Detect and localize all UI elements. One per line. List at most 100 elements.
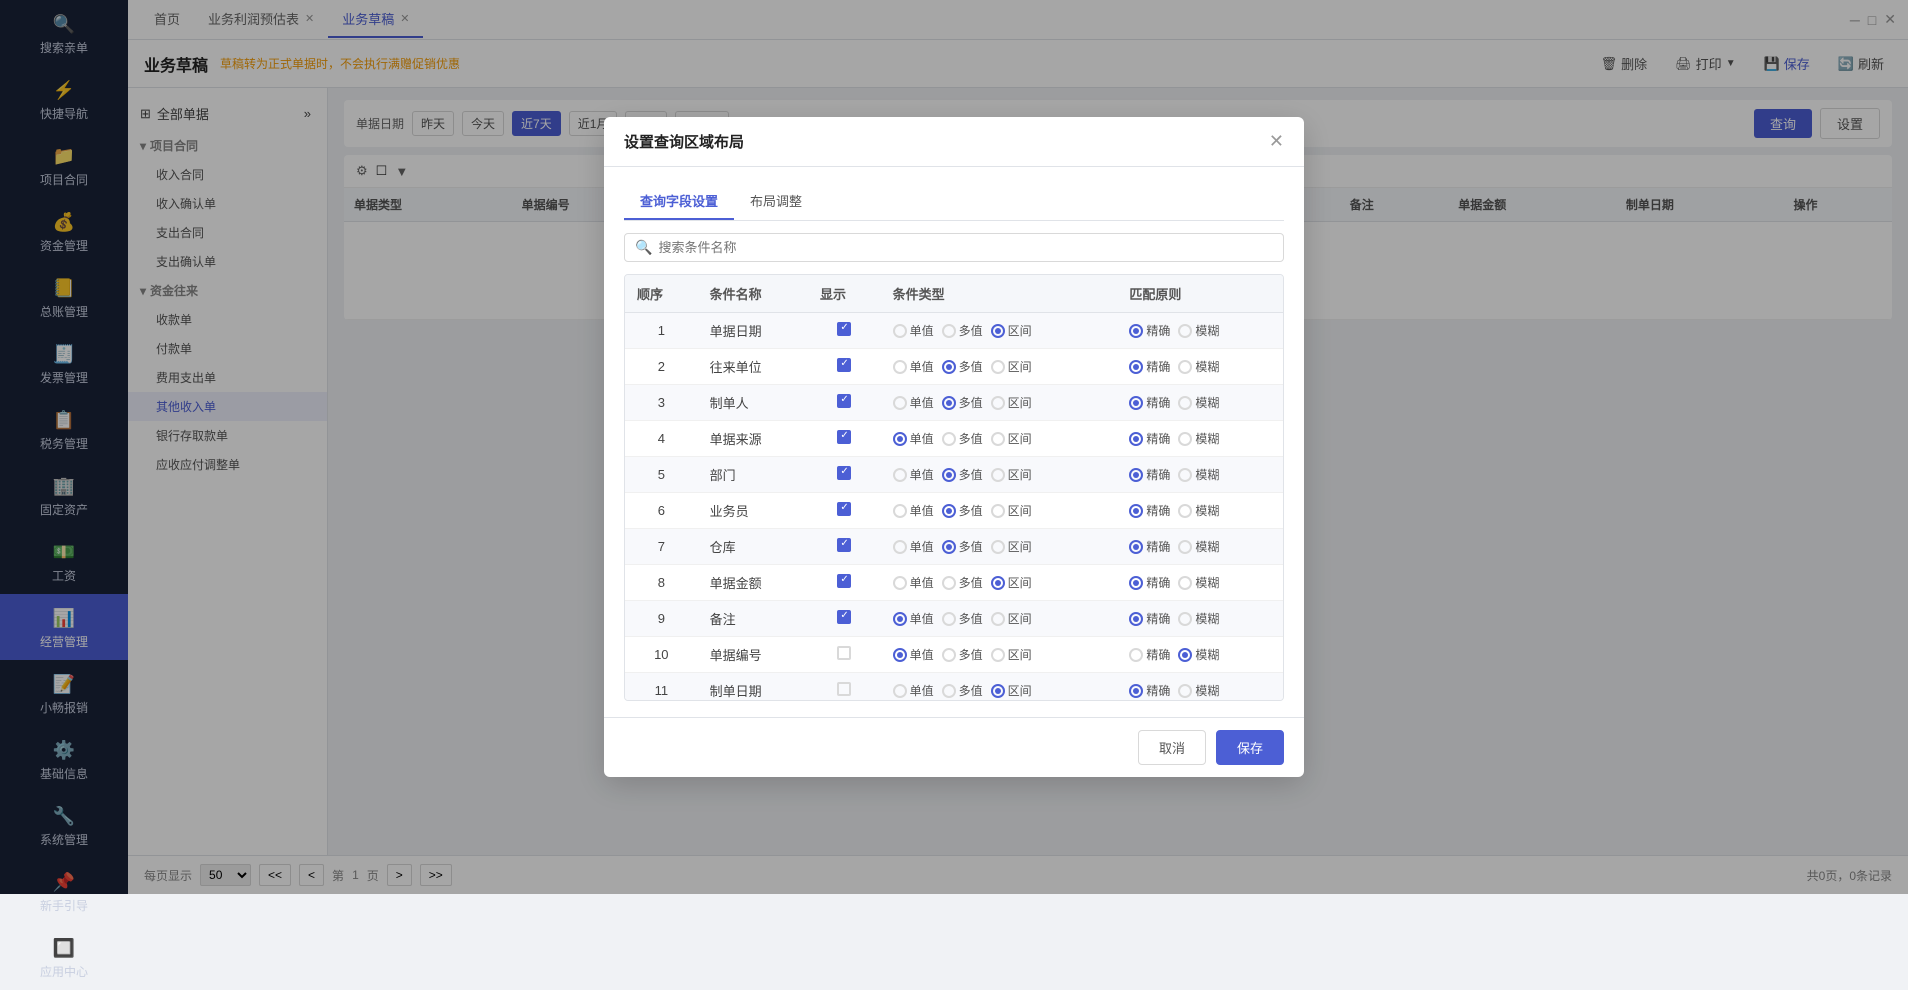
row-match-7: 精确模糊 [1117,529,1283,565]
display-checkbox-8[interactable] [837,574,851,588]
row-type-8: 单值多值区间 [881,565,1118,601]
row-match-10: 精确模糊 [1117,637,1283,673]
match-option-精确-1[interactable]: 精确 [1129,322,1170,339]
row-name-2: 往来单位 [698,349,808,385]
type-option-单值-2[interactable]: 单值 [893,358,934,375]
row-match-9: 精确模糊 [1117,601,1283,637]
modal-overlay[interactable]: 设置查询区域布局 ✕ 查询字段设置 布局调整 🔍 [0,0,1908,894]
display-checkbox-5[interactable] [837,466,851,480]
row-display-4 [808,421,881,457]
row-order-6: 6 [625,493,698,529]
row-name-11: 制单日期 [698,673,808,702]
type-option-区间-4[interactable]: 区间 [991,430,1032,447]
type-option-区间-1[interactable]: 区间 [991,322,1032,339]
type-option-多值-3[interactable]: 多值 [942,394,983,411]
dialog-tab-layout-label: 布局调整 [750,194,802,209]
match-option-精确-10[interactable]: 精确 [1129,646,1170,663]
type-option-单值-1[interactable]: 单值 [893,322,934,339]
match-option-模糊-1[interactable]: 模糊 [1178,322,1219,339]
type-option-多值-6[interactable]: 多值 [942,502,983,519]
row-type-1: 单值多值区间 [881,313,1118,349]
type-option-单值-5[interactable]: 单值 [893,466,934,483]
type-option-区间-2[interactable]: 区间 [991,358,1032,375]
save-dialog-button[interactable]: 保存 [1216,730,1284,765]
display-checkbox-4[interactable] [837,430,851,444]
match-option-精确-11[interactable]: 精确 [1129,682,1170,699]
match-option-模糊-11[interactable]: 模糊 [1178,682,1219,699]
type-option-区间-10[interactable]: 区间 [991,646,1032,663]
type-option-多值-9[interactable]: 多值 [942,610,983,627]
display-checkbox-6[interactable] [837,502,851,516]
display-checkbox-2[interactable] [837,358,851,372]
row-display-6 [808,493,881,529]
display-checkbox-7[interactable] [837,538,851,552]
match-option-模糊-6[interactable]: 模糊 [1178,502,1219,519]
match-option-精确-5[interactable]: 精确 [1129,466,1170,483]
display-checkbox-10[interactable] [837,646,851,660]
row-display-3 [808,385,881,421]
type-option-多值-10[interactable]: 多值 [942,646,983,663]
display-checkbox-11[interactable] [837,682,851,696]
type-option-区间-5[interactable]: 区间 [991,466,1032,483]
type-option-区间-3[interactable]: 区间 [991,394,1032,411]
row-type-3: 单值多值区间 [881,385,1118,421]
match-option-模糊-8[interactable]: 模糊 [1178,574,1219,591]
match-option-模糊-4[interactable]: 模糊 [1178,430,1219,447]
row-match-11: 精确模糊 [1117,673,1283,702]
dialog-tabs: 查询字段设置 布局调整 [624,183,1284,221]
sidebar-item-apps[interactable]: 🔲 应用中心 [0,924,128,990]
match-option-模糊-9[interactable]: 模糊 [1178,610,1219,627]
type-option-单值-9[interactable]: 单值 [893,610,934,627]
display-checkbox-1[interactable] [837,322,851,336]
row-type-6: 单值多值区间 [881,493,1118,529]
dialog-close-btn[interactable]: ✕ [1269,131,1284,152]
match-option-精确-3[interactable]: 精确 [1129,394,1170,411]
type-option-多值-1[interactable]: 多值 [942,322,983,339]
match-option-精确-2[interactable]: 精确 [1129,358,1170,375]
row-order-2: 2 [625,349,698,385]
row-order-11: 11 [625,673,698,702]
match-option-模糊-7[interactable]: 模糊 [1178,538,1219,555]
match-option-模糊-3[interactable]: 模糊 [1178,394,1219,411]
display-checkbox-3[interactable] [837,394,851,408]
match-option-模糊-2[interactable]: 模糊 [1178,358,1219,375]
row-display-10 [808,637,881,673]
display-checkbox-9[interactable] [837,610,851,624]
cancel-button[interactable]: 取消 [1138,730,1206,765]
dialog-tab-fields[interactable]: 查询字段设置 [624,183,734,220]
type-option-多值-5[interactable]: 多值 [942,466,983,483]
match-option-模糊-5[interactable]: 模糊 [1178,466,1219,483]
match-option-精确-8[interactable]: 精确 [1129,574,1170,591]
type-option-单值-4[interactable]: 单值 [893,430,934,447]
th-type: 条件类型 [881,275,1118,313]
th-name: 条件名称 [698,275,808,313]
row-type-7: 单值多值区间 [881,529,1118,565]
row-name-5: 部门 [698,457,808,493]
type-option-多值-7[interactable]: 多值 [942,538,983,555]
match-option-精确-7[interactable]: 精确 [1129,538,1170,555]
dialog-search-input[interactable] [658,240,1273,255]
type-option-单值-6[interactable]: 单值 [893,502,934,519]
match-option-模糊-10[interactable]: 模糊 [1178,646,1219,663]
type-option-单值-8[interactable]: 单值 [893,574,934,591]
match-option-精确-6[interactable]: 精确 [1129,502,1170,519]
dialog-title: 设置查询区域布局 [624,131,744,152]
type-option-多值-4[interactable]: 多值 [942,430,983,447]
row-name-9: 备注 [698,601,808,637]
type-option-多值-8[interactable]: 多值 [942,574,983,591]
type-option-区间-7[interactable]: 区间 [991,538,1032,555]
type-option-单值-10[interactable]: 单值 [893,646,934,663]
type-option-单值-11[interactable]: 单值 [893,682,934,699]
type-option-区间-6[interactable]: 区间 [991,502,1032,519]
row-match-8: 精确模糊 [1117,565,1283,601]
match-option-精确-9[interactable]: 精确 [1129,610,1170,627]
type-option-多值-11[interactable]: 多值 [942,682,983,699]
type-option-多值-2[interactable]: 多值 [942,358,983,375]
type-option-区间-9[interactable]: 区间 [991,610,1032,627]
match-option-精确-4[interactable]: 精确 [1129,430,1170,447]
type-option-单值-7[interactable]: 单值 [893,538,934,555]
type-option-区间-8[interactable]: 区间 [991,574,1032,591]
type-option-区间-11[interactable]: 区间 [991,682,1032,699]
type-option-单值-3[interactable]: 单值 [893,394,934,411]
dialog-tab-layout[interactable]: 布局调整 [734,183,818,220]
